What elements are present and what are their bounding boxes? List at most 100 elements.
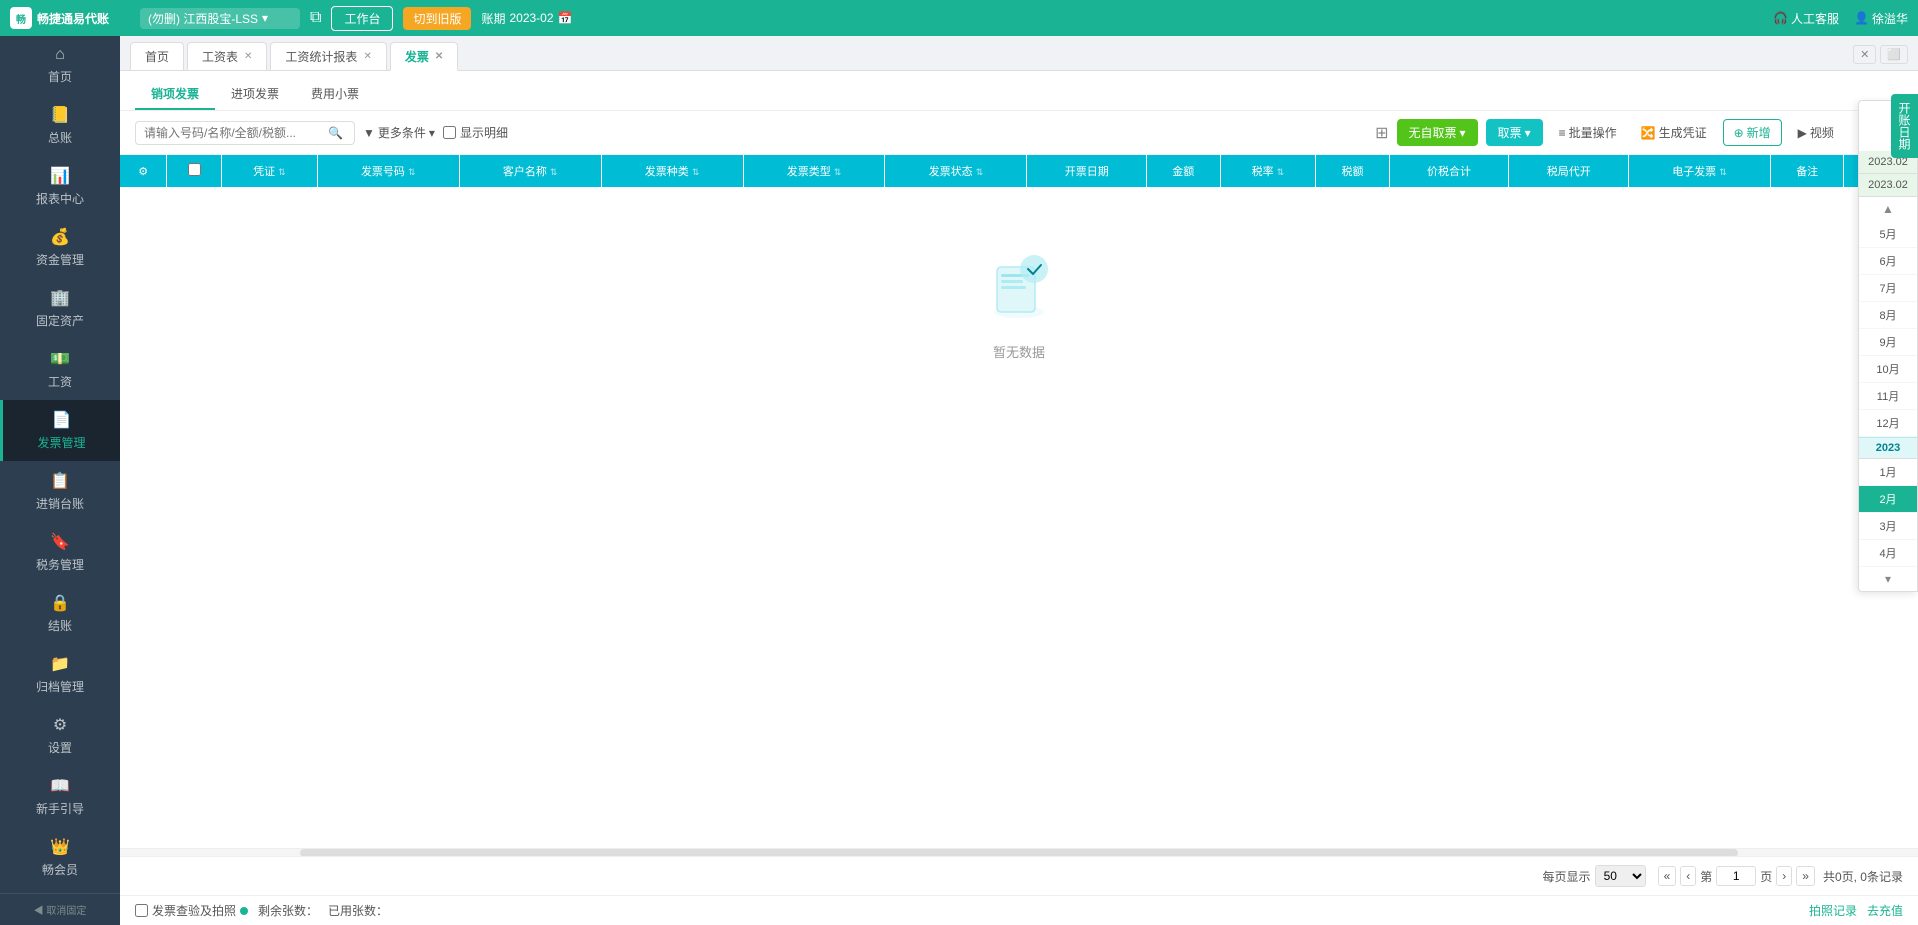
sidebar-item-invoice[interactable]: 📄 发票管理 xyxy=(0,400,120,461)
col-invoice-no[interactable]: 发票号码 ⇅ xyxy=(317,155,459,187)
switch-version-button[interactable]: 切到旧版 xyxy=(403,7,471,30)
video-button[interactable]: ▶ 视频 xyxy=(1790,119,1842,146)
col-tax-code[interactable]: 税局代开 xyxy=(1509,155,1629,187)
per-page-select[interactable]: 50 20 100 xyxy=(1595,865,1646,887)
gen-voucher-button[interactable]: 🔀 生成凭证 xyxy=(1633,119,1715,146)
unpin-button[interactable]: ◀ 取消固定 xyxy=(0,893,120,925)
company-selector[interactable]: (勿删) 江西股宝-LSS ▾ xyxy=(140,8,300,29)
col-e-invoice[interactable]: 电子发票 ⇅ xyxy=(1629,155,1771,187)
col-invoice-cat[interactable]: 发票类型 ⇅ xyxy=(743,155,885,187)
month-2-active[interactable]: 2月 xyxy=(1859,486,1917,513)
guide-icon: 📖 xyxy=(50,776,70,796)
col-total[interactable]: 价税合计 xyxy=(1389,155,1509,187)
month-4[interactable]: 4月 xyxy=(1859,540,1917,567)
company-name: (勿删) 江西股宝-LSS xyxy=(148,10,258,27)
calendar-icon[interactable]: 📅 xyxy=(558,11,573,25)
show-detail-checkbox[interactable]: 显示明细 xyxy=(443,124,508,141)
invoice-icon: 📄 xyxy=(52,410,72,430)
search-input[interactable] xyxy=(144,126,324,140)
col-remark[interactable]: 备注 xyxy=(1770,155,1843,187)
take-ticket-button[interactable]: 取票 ▾ xyxy=(1486,119,1543,146)
sidebar-item-salary[interactable]: 💵 工资 xyxy=(0,339,120,400)
col-invoice-type[interactable]: 发票种类 ⇅ xyxy=(601,155,743,187)
month-8[interactable]: 8月 xyxy=(1859,302,1917,329)
next-page-button[interactable]: › xyxy=(1776,866,1792,886)
filter-button[interactable]: ▼ 更多条件 ▾ xyxy=(363,124,435,141)
search-box[interactable]: 🔍 xyxy=(135,121,355,145)
user-avatar[interactable]: 👤 徐溢华 xyxy=(1854,10,1908,27)
col-settings[interactable]: ⚙ xyxy=(120,155,167,187)
maximize-window-icon[interactable]: ⬜ xyxy=(1880,45,1908,64)
month-12[interactable]: 12月 xyxy=(1859,410,1917,437)
month-3[interactable]: 3月 xyxy=(1859,513,1917,540)
collapse-toggle[interactable]: ▲ xyxy=(1859,197,1917,221)
open-period-button[interactable]: 开账日期 xyxy=(1891,100,1918,158)
scrollbar-area xyxy=(120,848,1918,856)
sidebar-item-settings[interactable]: ⚙ 设置 xyxy=(0,705,120,766)
col-amount[interactable]: 金额 xyxy=(1147,155,1220,187)
tab-invoice[interactable]: 发票 ✕ xyxy=(390,42,458,71)
col-customer[interactable]: 客户名称 ⇅ xyxy=(459,155,601,187)
sidebar-item-guide[interactable]: 📖 新手引导 xyxy=(0,766,120,827)
sidebar-item-ledger[interactable]: 📒 总账 xyxy=(0,95,120,156)
first-page-button[interactable]: « xyxy=(1658,866,1677,886)
close-salary-stat-icon[interactable]: ✕ xyxy=(363,51,371,62)
sidebar-item-finance[interactable]: 💰 资金管理 xyxy=(0,217,120,278)
new-button[interactable]: ⊕ 新增 xyxy=(1723,119,1782,146)
month-6[interactable]: 6月 xyxy=(1859,248,1917,275)
sidebar-item-member[interactable]: 👑 畅会员 xyxy=(0,827,120,888)
top-header: 畅 畅捷通易代账 (勿删) 江西股宝-LSS ▾ ⧉ 工作台 切到旧版 账期 2… xyxy=(0,0,1918,36)
month-5[interactable]: 5月 xyxy=(1859,221,1917,248)
sidebar-item-report[interactable]: 📊 报表中心 xyxy=(0,156,120,217)
sidebar-item-tax[interactable]: 🔖 税务管理 xyxy=(0,522,120,583)
sidebar-item-sales[interactable]: 📋 进销台账 xyxy=(0,461,120,522)
current-page-input[interactable] xyxy=(1716,866,1756,886)
batch-op-button[interactable]: ≡ 批量操作 xyxy=(1551,119,1625,146)
col-voucher[interactable]: 凭证 ⇅ xyxy=(222,155,318,187)
col-invoice-status[interactable]: 发票状态 ⇅ xyxy=(885,155,1027,187)
tab-home[interactable]: 首页 xyxy=(130,42,184,70)
company-copy-icon[interactable]: ⧉ xyxy=(310,9,321,27)
footer-right: 拍照记录 去充值 xyxy=(1809,902,1903,919)
page-size-selector[interactable]: 每页显示 50 20 100 xyxy=(1543,865,1650,887)
chevron-down-icon: ▾ xyxy=(1885,572,1891,586)
month-10[interactable]: 10月 xyxy=(1859,356,1917,383)
col-checkbox[interactable] xyxy=(167,155,222,187)
sidebar-item-home[interactable]: ⌂ 首页 xyxy=(0,36,120,95)
close-invoice-icon[interactable]: ✕ xyxy=(435,51,443,62)
empty-text: 暂无数据 xyxy=(993,342,1045,361)
recharge-link[interactable]: 去充值 xyxy=(1867,902,1903,919)
sub-tab-expense-receipt[interactable]: 费用小票 xyxy=(295,79,375,110)
grid-layout-icon[interactable]: ⊞ xyxy=(1375,123,1388,143)
sub-tab-sales-invoice[interactable]: 销项发票 xyxy=(135,79,215,110)
date-header-2[interactable]: 2023.02 xyxy=(1859,174,1917,197)
video-label: 视频 xyxy=(1810,124,1834,141)
col-tax-rate[interactable]: 税率 ⇅ xyxy=(1220,155,1316,187)
no-cancel-ticket-button[interactable]: 无自取票 ▾ xyxy=(1397,119,1478,146)
tab-salary-stat[interactable]: 工资统计报表 ✕ xyxy=(270,42,386,70)
select-all-checkbox[interactable] xyxy=(188,163,201,176)
tab-salary-table[interactable]: 工资表 ✕ xyxy=(187,42,267,70)
month-7[interactable]: 7月 xyxy=(1859,275,1917,302)
expand-toggle[interactable]: ▾ xyxy=(1859,567,1917,591)
month-9[interactable]: 9月 xyxy=(1859,329,1917,356)
check-checkbox[interactable] xyxy=(135,904,148,917)
col-open-date[interactable]: 开票日期 xyxy=(1027,155,1147,187)
header-right: 🎧 人工客服 👤 徐溢华 xyxy=(1773,10,1908,27)
sub-tab-purchase-invoice[interactable]: 进项发票 xyxy=(215,79,295,110)
toolbar: 🔍 ▼ 更多条件 ▾ 显示明细 ⊞ 无自取票 ▾ xyxy=(120,111,1918,155)
month-11[interactable]: 11月 xyxy=(1859,383,1917,410)
photo-record-link[interactable]: 拍照记录 xyxy=(1809,902,1857,919)
month-1[interactable]: 1月 xyxy=(1859,459,1917,486)
col-tax-amount[interactable]: 税额 xyxy=(1316,155,1389,187)
close-salary-table-icon[interactable]: ✕ xyxy=(244,51,252,62)
sidebar-item-assets[interactable]: 🏢 固定资产 xyxy=(0,278,120,339)
service-button[interactable]: 🎧 人工客服 xyxy=(1773,10,1839,27)
show-detail-input[interactable] xyxy=(443,126,456,139)
close-window-icon[interactable]: ✕ xyxy=(1853,45,1876,64)
workbench-button[interactable]: 工作台 xyxy=(331,6,393,31)
prev-page-button[interactable]: ‹ xyxy=(1680,866,1696,886)
last-page-button[interactable]: » xyxy=(1796,866,1815,886)
sidebar-item-closing[interactable]: 🔒 结账 xyxy=(0,583,120,644)
sidebar-item-archive[interactable]: 📁 归档管理 xyxy=(0,644,120,705)
